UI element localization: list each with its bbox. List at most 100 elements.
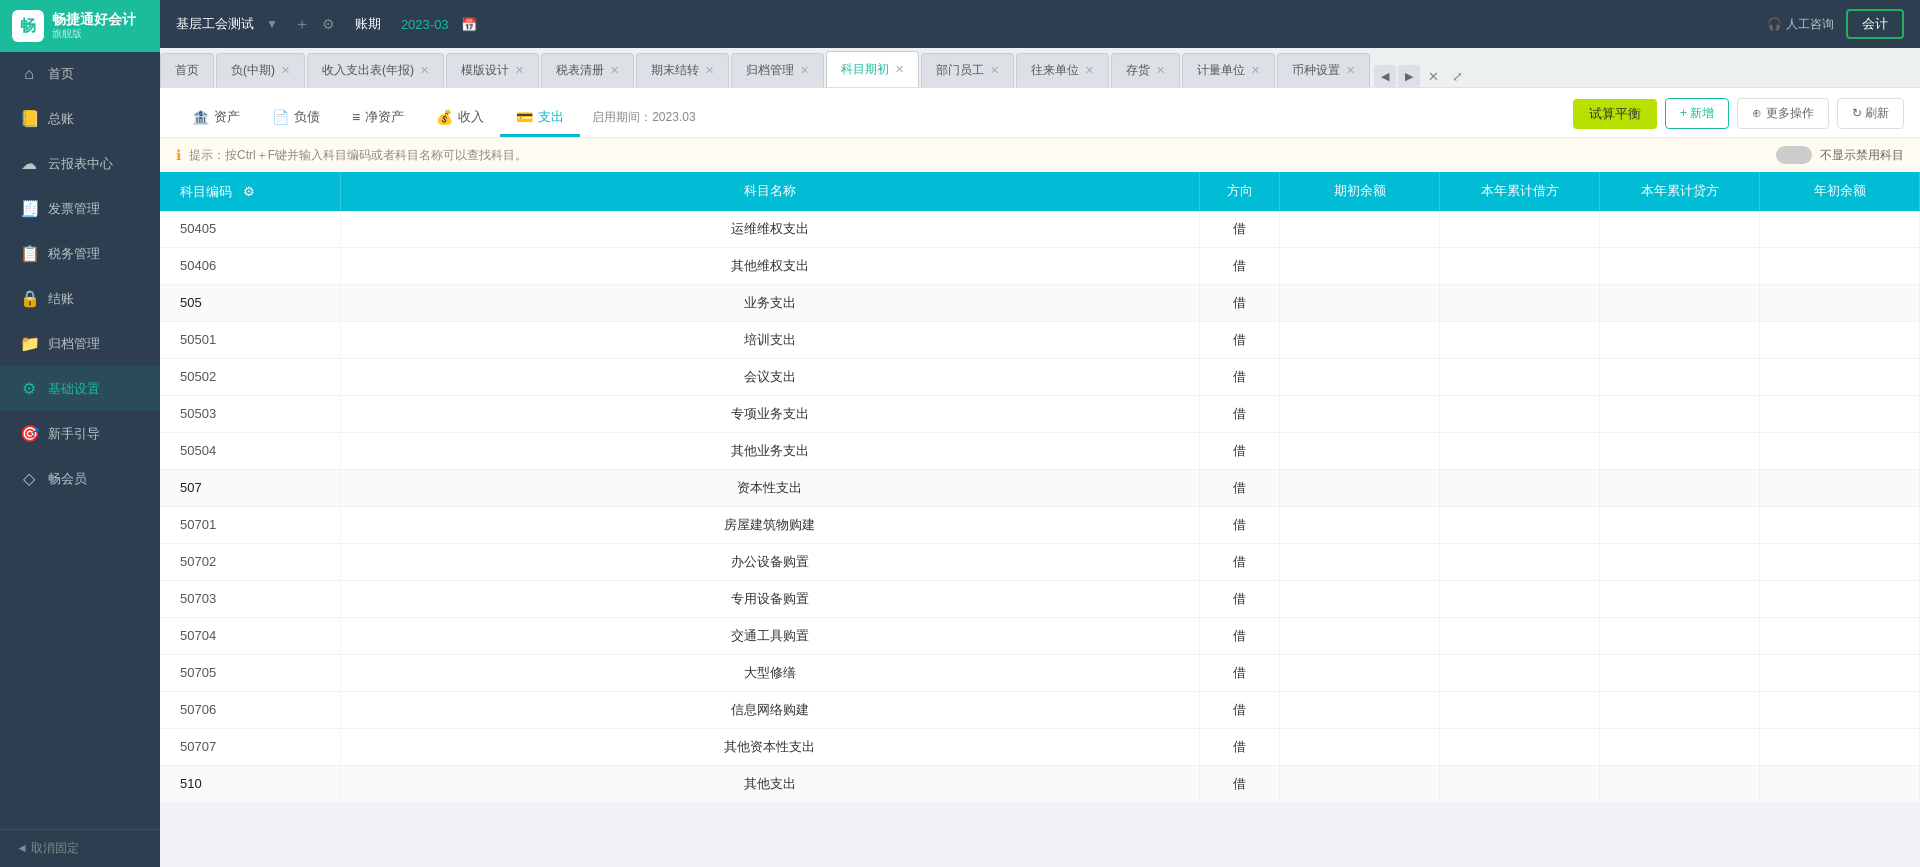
tab-fullscreen-button[interactable]: ⤢ bbox=[1446, 65, 1468, 87]
table-row[interactable]: 50501 培训支出 借 bbox=[160, 321, 1920, 358]
cell-code: 510 bbox=[160, 765, 340, 802]
cell-name: 其他支出 bbox=[340, 765, 1200, 802]
refresh-button[interactable]: ↻ 刷新 bbox=[1837, 98, 1904, 129]
filter-tab-liability[interactable]: 📄 负债 bbox=[256, 100, 336, 137]
table-row[interactable]: 50706 信息网络购建 借 bbox=[160, 691, 1920, 728]
cell-year-debit bbox=[1440, 395, 1600, 432]
tab-income-annual[interactable]: 收入支出表(年报) ✕ bbox=[307, 53, 444, 87]
cell-opening-balance bbox=[1280, 432, 1440, 469]
table-row[interactable]: 507 资本性支出 借 bbox=[160, 469, 1920, 506]
tab-partner[interactable]: 往来单位 ✕ bbox=[1016, 53, 1109, 87]
tab-close-partner[interactable]: ✕ bbox=[1085, 64, 1094, 77]
tab-close-currency[interactable]: ✕ bbox=[1346, 64, 1355, 77]
company-settings-icon[interactable]: ⚙ bbox=[322, 16, 335, 32]
table-row[interactable]: 50503 专项业务支出 借 bbox=[160, 395, 1920, 432]
cell-code: 50705 bbox=[160, 654, 340, 691]
tab-close-period-end[interactable]: ✕ bbox=[705, 64, 714, 77]
tab-dept-staff[interactable]: 部门员工 ✕ bbox=[921, 53, 1014, 87]
table-row[interactable]: 50702 办公设备购置 借 bbox=[160, 543, 1920, 580]
invoice-icon: 🧾 bbox=[20, 199, 38, 218]
sidebar-item-home[interactable]: ⌂ 首页 bbox=[0, 52, 160, 96]
equity-icon: ≡ bbox=[352, 109, 360, 125]
tab-tax-clear[interactable]: 税表清册 ✕ bbox=[541, 53, 634, 87]
cell-year-credit bbox=[1600, 469, 1760, 506]
filter-tab-asset[interactable]: 🏦 资产 bbox=[176, 100, 256, 137]
sidebar-item-close[interactable]: 🔒 结账 bbox=[0, 276, 160, 321]
tab-close-bs-mid[interactable]: ✕ bbox=[281, 64, 290, 77]
add-company-button[interactable]: ＋ bbox=[294, 14, 310, 35]
col-header-opening-balance: 期初余额 bbox=[1280, 172, 1440, 211]
cell-year-balance bbox=[1760, 617, 1920, 654]
tab-close-unit[interactable]: ✕ bbox=[1251, 64, 1260, 77]
sidebar-item-settings[interactable]: ⚙ 基础设置 bbox=[0, 366, 160, 411]
more-button[interactable]: ⊕ 更多操作 bbox=[1737, 98, 1828, 129]
table-row[interactable]: 50703 专用设备购置 借 bbox=[160, 580, 1920, 617]
cell-year-debit bbox=[1440, 728, 1600, 765]
cell-name: 其他业务支出 bbox=[340, 432, 1200, 469]
tab-bs-mid[interactable]: 负(中期) ✕ bbox=[216, 53, 305, 87]
tab-inventory[interactable]: 存货 ✕ bbox=[1111, 53, 1180, 87]
home-icon: ⌂ bbox=[20, 65, 38, 83]
sidebar-logo[interactable]: 畅 畅捷通好会计 旗舰版 bbox=[0, 0, 160, 52]
account-button[interactable]: 会计 bbox=[1846, 9, 1904, 39]
filter-tab-income[interactable]: 💰 收入 bbox=[420, 100, 500, 137]
filter-tabs: 🏦 资产 📄 负债 ≡ 净资产 💰 收入 💳 支出 启用期间：2023.03 bbox=[176, 100, 1573, 136]
balance-button[interactable]: 试算平衡 bbox=[1573, 99, 1657, 129]
table-row[interactable]: 505 业务支出 借 bbox=[160, 284, 1920, 321]
filter-tab-equity[interactable]: ≡ 净资产 bbox=[336, 100, 420, 137]
col-header-year-credit: 本年累计贷方 bbox=[1600, 172, 1760, 211]
tab-close-tax-clear[interactable]: ✕ bbox=[610, 64, 619, 77]
cell-direction: 借 bbox=[1200, 506, 1280, 543]
cell-name: 信息网络购建 bbox=[340, 691, 1200, 728]
table-row[interactable]: 50707 其他资本性支出 借 bbox=[160, 728, 1920, 765]
tab-close-dept-staff[interactable]: ✕ bbox=[990, 64, 999, 77]
table-row[interactable]: 510 其他支出 借 bbox=[160, 765, 1920, 802]
tab-home[interactable]: 首页 bbox=[160, 53, 214, 87]
sidebar-pin-toggle[interactable]: ◄ 取消固定 bbox=[0, 829, 160, 867]
tab-prev-button[interactable]: ◀ bbox=[1374, 65, 1396, 87]
sidebar-item-guide[interactable]: 🎯 新手引导 bbox=[0, 411, 160, 456]
table-row[interactable]: 50405 运维维权支出 借 bbox=[160, 211, 1920, 248]
tab-close-income-annual[interactable]: ✕ bbox=[420, 64, 429, 77]
sidebar-item-ledger[interactable]: 📒 总账 bbox=[0, 96, 160, 141]
tab-next-button[interactable]: ▶ bbox=[1398, 65, 1420, 87]
cell-year-debit bbox=[1440, 469, 1600, 506]
service-button[interactable]: 🎧 人工咨询 bbox=[1767, 16, 1834, 33]
col-header-direction: 方向 bbox=[1200, 172, 1280, 211]
col-header-year-balance: 年初余额 bbox=[1760, 172, 1920, 211]
tab-period-end[interactable]: 期末结转 ✕ bbox=[636, 53, 729, 87]
sidebar-item-archive[interactable]: 📁 归档管理 bbox=[0, 321, 160, 366]
table-row[interactable]: 50406 其他维权支出 借 bbox=[160, 247, 1920, 284]
tab-subject-init[interactable]: 科目期初 ✕ bbox=[826, 51, 919, 87]
sidebar-item-invoice[interactable]: 🧾 发票管理 bbox=[0, 186, 160, 231]
tab-archive-mgr[interactable]: 归档管理 ✕ bbox=[731, 53, 824, 87]
table-row[interactable]: 50705 大型修缮 借 bbox=[160, 654, 1920, 691]
tab-close-all-button[interactable]: ✕ bbox=[1422, 65, 1444, 87]
calendar-icon[interactable]: 📅 bbox=[461, 17, 477, 32]
company-dropdown-icon[interactable]: ▼ bbox=[266, 17, 278, 31]
add-button[interactable]: + 新增 bbox=[1665, 98, 1729, 129]
cell-opening-balance bbox=[1280, 506, 1440, 543]
column-settings-icon[interactable]: ⚙ bbox=[240, 182, 258, 200]
table-row[interactable]: 50502 会议支出 借 bbox=[160, 358, 1920, 395]
sidebar-item-reports[interactable]: ☁ 云报表中心 bbox=[0, 141, 160, 186]
disabled-toggle[interactable] bbox=[1776, 146, 1812, 164]
tab-unit[interactable]: 计量单位 ✕ bbox=[1182, 53, 1275, 87]
cell-year-debit bbox=[1440, 580, 1600, 617]
table-row[interactable]: 50701 房屋建筑物购建 借 bbox=[160, 506, 1920, 543]
tab-close-archive-mgr[interactable]: ✕ bbox=[800, 64, 809, 77]
sidebar-item-member[interactable]: ◇ 畅会员 bbox=[0, 456, 160, 501]
sidebar-item-tax[interactable]: 📋 税务管理 bbox=[0, 231, 160, 276]
cell-opening-balance bbox=[1280, 580, 1440, 617]
filter-tab-expense[interactable]: 💳 支出 bbox=[500, 100, 580, 137]
table-wrapper[interactable]: 科目编码 ⚙ 科目名称 方向 期初余额 本年累计借方 本年累计贷方 年初余额 5… bbox=[160, 172, 1920, 867]
tab-template[interactable]: 模版设计 ✕ bbox=[446, 53, 539, 87]
tab-close-subject-init[interactable]: ✕ bbox=[895, 63, 904, 76]
cell-year-debit bbox=[1440, 432, 1600, 469]
page-actions: 试算平衡 + 新增 ⊕ 更多操作 ↻ 刷新 bbox=[1573, 98, 1904, 137]
tab-close-template[interactable]: ✕ bbox=[515, 64, 524, 77]
table-row[interactable]: 50504 其他业务支出 借 bbox=[160, 432, 1920, 469]
table-row[interactable]: 50704 交通工具购置 借 bbox=[160, 617, 1920, 654]
tab-close-inventory[interactable]: ✕ bbox=[1156, 64, 1165, 77]
tab-currency[interactable]: 币种设置 ✕ bbox=[1277, 53, 1370, 87]
